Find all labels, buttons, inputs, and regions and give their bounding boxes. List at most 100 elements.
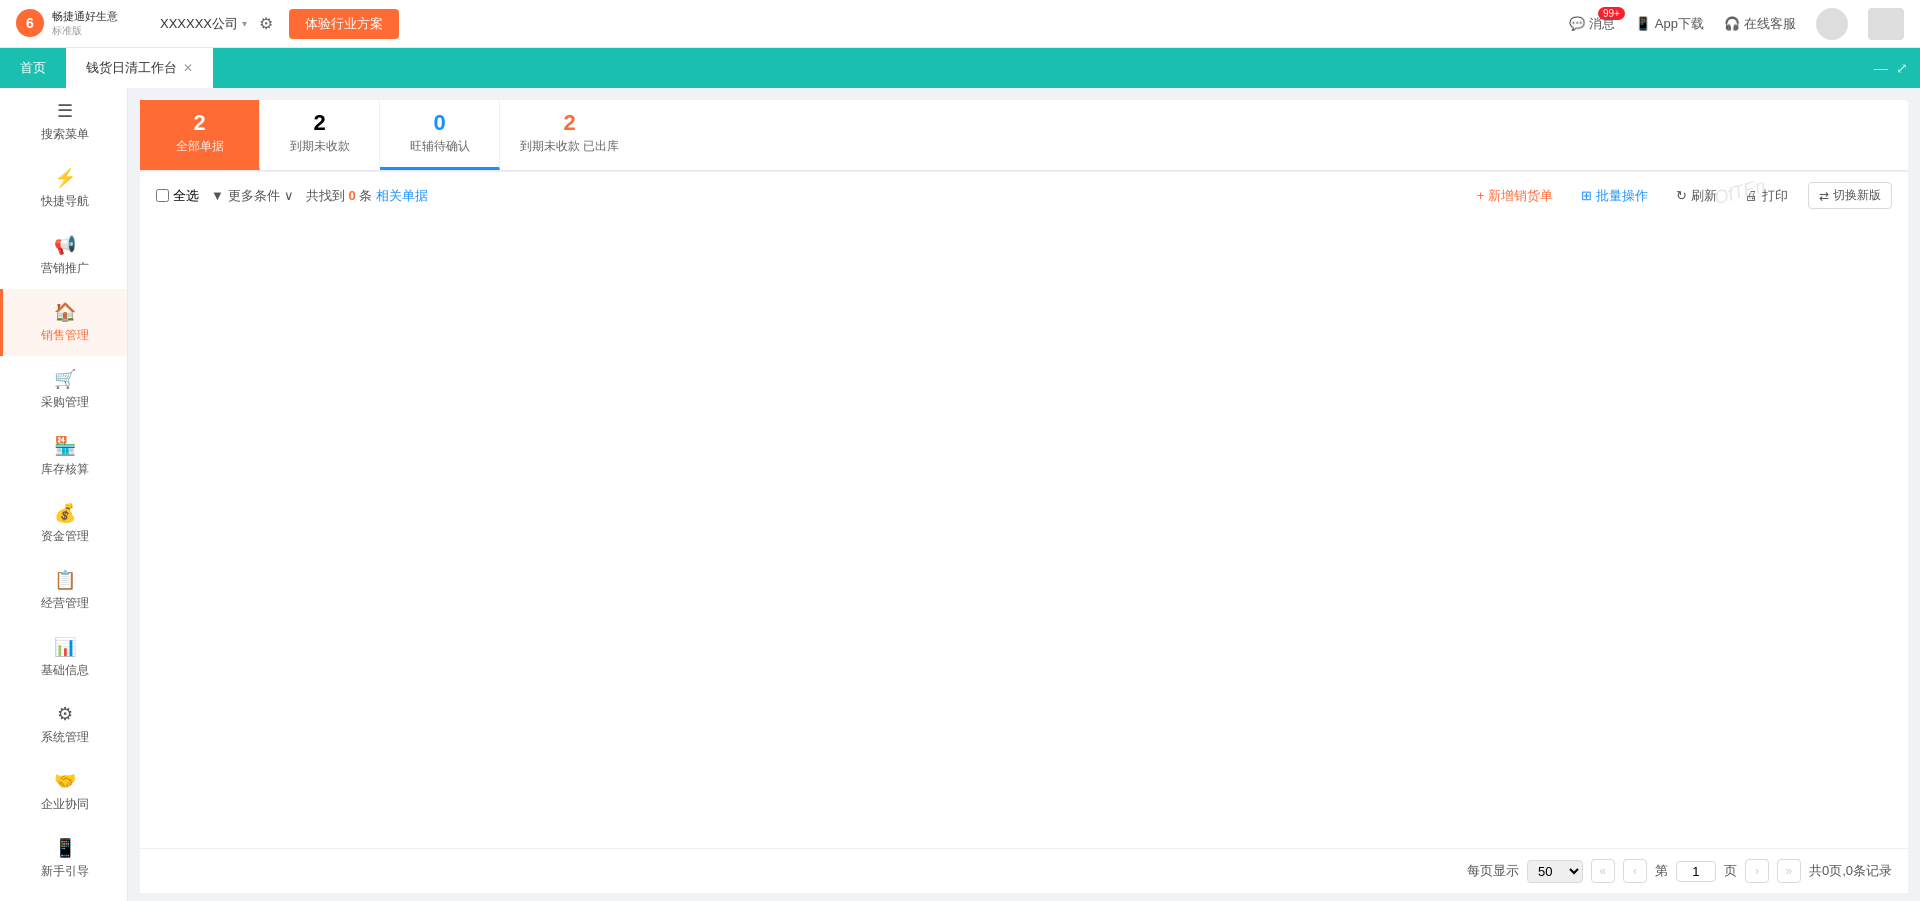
sidebar-label-purchase: 采购管理: [41, 394, 89, 411]
quick-nav-icon: ⚡: [54, 167, 76, 189]
stat-tab-pending[interactable]: 0 旺辅待确认: [380, 100, 500, 170]
app-download-btn[interactable]: 📱 App下载: [1635, 15, 1704, 33]
marketing-icon: 📢: [54, 234, 76, 256]
sidebar-item-app-center[interactable]: 🎁 应用中心: [0, 892, 127, 901]
company-name: XXXXXX公司: [160, 15, 238, 33]
print-btn[interactable]: 🖨 打印: [1737, 183, 1796, 209]
sidebar-label-cooperation: 企业协同: [41, 796, 89, 813]
newbie-icon: 📱: [54, 837, 76, 859]
close-tab-icon[interactable]: ✕: [183, 61, 193, 75]
message-icon: 💬: [1569, 16, 1585, 31]
industry-btn[interactable]: 体验行业方案: [289, 9, 399, 39]
stat-number-overdue: 2: [313, 112, 325, 134]
pagination-bar: 每页显示 50 100 200 « ‹ 第 页 › » 共0页,0条记录: [140, 848, 1908, 893]
sidebar-label-search-menu: 搜索菜单: [41, 126, 89, 143]
stats-tabs: 2 全部单据 2 到期未收款 0 旺辅待确认 2 到期未收款 已出库: [140, 100, 1908, 171]
found-unit: 条: [359, 188, 372, 203]
sidebar-item-quick-nav[interactable]: ⚡ 快捷导航: [0, 155, 127, 222]
sidebar-label-marketing: 营销推广: [41, 260, 89, 277]
finance-icon: 💰: [54, 502, 76, 524]
logo-icon: 6: [16, 9, 44, 37]
sidebar: ☰ 搜索菜单 ⚡ 快捷导航 📢 营销推广 🏠 销售管理 🛒 采购管理 🏪 库存核…: [0, 88, 128, 901]
select-all-checkbox[interactable]: 全选: [156, 187, 199, 205]
settings-icon[interactable]: ⚙: [259, 14, 273, 33]
page-label: 页: [1724, 862, 1737, 880]
print-icon: 🖨: [1745, 188, 1758, 203]
avatar[interactable]: [1816, 8, 1848, 40]
toolbar-left: 全选 ▼ 更多条件 ∨ 共找到 0 条 相关单据: [156, 187, 1457, 205]
refresh-label: 刷新: [1691, 187, 1717, 205]
tab-workbench-label: 钱货日清工作台: [86, 59, 177, 77]
toolbar-right: + 新增销货单 ⊞ 批量操作 ↻ 刷新 🖨 打印 ⇄ 切换新版: [1469, 182, 1892, 209]
operations-icon: 📋: [54, 569, 76, 591]
sidebar-label-system: 系统管理: [41, 729, 89, 746]
search-menu-icon: ☰: [57, 100, 73, 122]
sidebar-item-operations[interactable]: 📋 经营管理: [0, 557, 127, 624]
select-all-input[interactable]: [156, 189, 169, 202]
sidebar-item-sales[interactable]: 🏠 销售管理: [0, 289, 127, 356]
sidebar-item-cooperation[interactable]: 🤝 企业协同: [0, 758, 127, 825]
page-size-select[interactable]: 50 100 200: [1527, 860, 1583, 883]
switch-icon: ⇄: [1819, 189, 1829, 203]
filter-btn[interactable]: ▼ 更多条件 ∨: [211, 187, 294, 205]
page-input[interactable]: [1676, 861, 1716, 882]
stat-label-all: 全部单据: [176, 138, 224, 155]
sidebar-item-inventory[interactable]: 🏪 库存核算: [0, 423, 127, 490]
stat-tab-overdue-out[interactable]: 2 到期未收款 已出库: [500, 100, 639, 170]
stat-number-all: 2: [193, 112, 205, 134]
logo-area: 6 畅捷通好生意 标准版: [16, 9, 144, 37]
first-page-btn[interactable]: «: [1591, 859, 1615, 883]
sidebar-label-quick-nav: 快捷导航: [41, 193, 89, 210]
maximize-icon[interactable]: ⤢: [1896, 60, 1908, 76]
cooperation-icon: 🤝: [54, 770, 76, 792]
header-right: 💬 消息 99+ 📱 App下载 🎧 在线客服: [1569, 8, 1904, 40]
main-layout: ☰ 搜索菜单 ⚡ 快捷导航 📢 营销推广 🏠 销售管理 🛒 采购管理 🏪 库存核…: [0, 88, 1920, 901]
stat-number-pending: 0: [433, 112, 445, 134]
tab-home[interactable]: 首页: [0, 48, 66, 88]
sidebar-item-finance[interactable]: 💰 资金管理: [0, 490, 127, 557]
sidebar-item-search-menu[interactable]: ☰ 搜索菜单: [0, 88, 127, 155]
tab-workbench[interactable]: 钱货日清工作台 ✕: [66, 48, 213, 88]
sidebar-item-purchase[interactable]: 🛒 采购管理: [0, 356, 127, 423]
refresh-icon: ↻: [1676, 188, 1687, 203]
add-sale-btn[interactable]: + 新增销货单: [1469, 183, 1561, 209]
stat-tab-overdue[interactable]: 2 到期未收款: [260, 100, 380, 170]
sidebar-item-basic[interactable]: 📊 基础信息: [0, 624, 127, 691]
next-page-btn[interactable]: ›: [1745, 859, 1769, 883]
prev-page-btn[interactable]: ‹: [1623, 859, 1647, 883]
sidebar-label-basic: 基础信息: [41, 662, 89, 679]
sidebar-item-system[interactable]: ⚙ 系统管理: [0, 691, 127, 758]
basic-icon: 📊: [54, 636, 76, 658]
select-all-label: 全选: [173, 187, 199, 205]
company-selector[interactable]: XXXXXX公司 ▾: [160, 15, 247, 33]
app-title: 畅捷通好生意: [52, 9, 118, 23]
message-btn[interactable]: 💬 消息 99+: [1569, 15, 1615, 33]
stat-tab-all[interactable]: 2 全部单据: [140, 100, 260, 170]
switch-version-btn[interactable]: ⇄ 切换新版: [1808, 182, 1892, 209]
stat-label-pending: 旺辅待确认: [410, 138, 470, 155]
sidebar-label-operations: 经营管理: [41, 595, 89, 612]
page-label-prefix: 第: [1655, 862, 1668, 880]
add-sale-label: + 新增销货单: [1477, 187, 1553, 205]
online-service-btn[interactable]: 🎧 在线客服: [1724, 15, 1796, 33]
batch-btn[interactable]: ⊞ 批量操作: [1573, 183, 1656, 209]
found-link[interactable]: 相关单据: [376, 188, 428, 203]
batch-icon: ⊞: [1581, 188, 1592, 203]
pagination-summary: 共0页,0条记录: [1809, 862, 1892, 880]
content-area: 2 全部单据 2 到期未收款 0 旺辅待确认 2 到期未收款 已出库 全选: [128, 88, 1920, 901]
found-prefix: 共找到: [306, 188, 345, 203]
user-menu[interactable]: [1868, 8, 1904, 40]
chevron-filter-icon: ∨: [284, 188, 294, 203]
purchase-icon: 🛒: [54, 368, 76, 390]
filter-icon: ▼: [211, 188, 224, 203]
last-page-btn[interactable]: »: [1777, 859, 1801, 883]
refresh-btn[interactable]: ↻ 刷新: [1668, 183, 1725, 209]
minimize-icon[interactable]: —: [1874, 60, 1888, 76]
sidebar-label-finance: 资金管理: [41, 528, 89, 545]
logo-text: 畅捷通好生意 标准版: [52, 9, 118, 37]
tab-home-label: 首页: [20, 59, 46, 77]
sidebar-item-newbie[interactable]: 📱 新手引导: [0, 825, 127, 892]
found-text: 共找到 0 条 相关单据: [306, 187, 428, 205]
sidebar-item-marketing[interactable]: 📢 营销推广: [0, 222, 127, 289]
top-header: 6 畅捷通好生意 标准版 XXXXXX公司 ▾ ⚙ 体验行业方案 💬 消息 99…: [0, 0, 1920, 48]
